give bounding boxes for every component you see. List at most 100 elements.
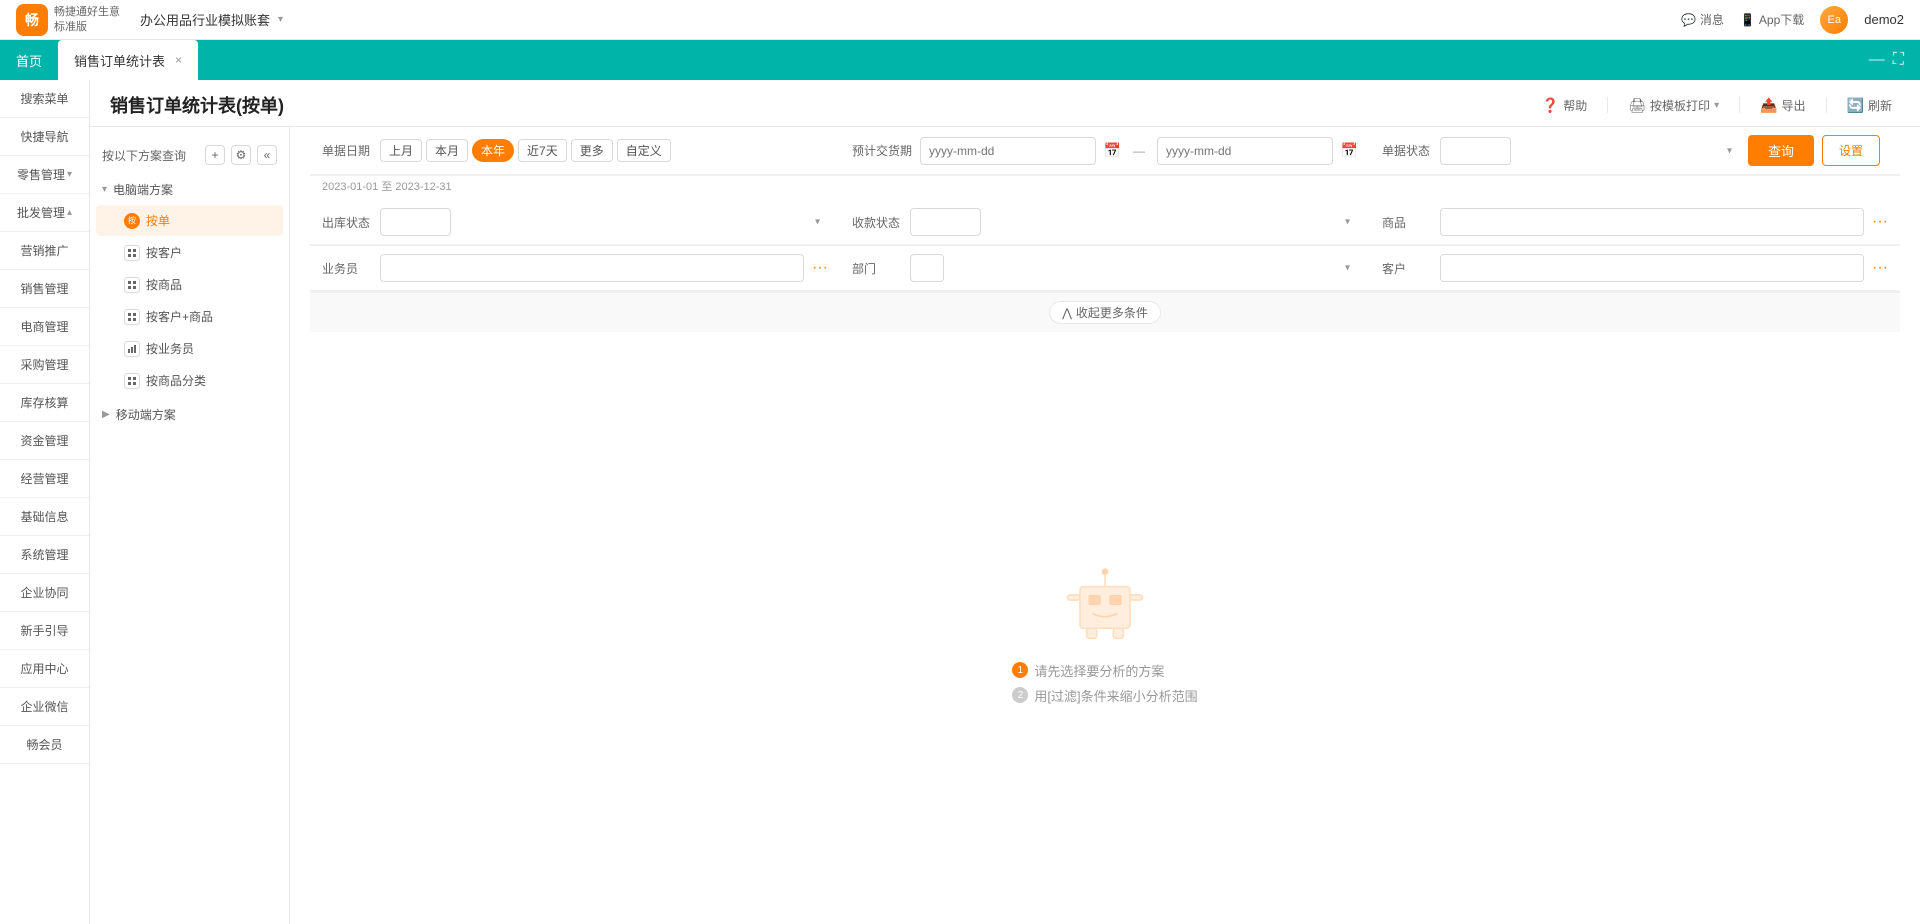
settings-scheme-button[interactable]: ⚙ — [231, 145, 251, 165]
collapse-bar: ⋀ 收起更多条件 — [310, 292, 1900, 332]
sidebar-item-sales[interactable]: 销售管理 — [0, 270, 89, 308]
close-tab-icon[interactable]: × — [175, 53, 182, 67]
salesperson-input[interactable] — [380, 254, 804, 282]
payment-status-select[interactable]: 已收款 未收款 — [910, 208, 981, 236]
tip-num-1: 1 — [1012, 662, 1028, 678]
panel-header-label: 按以下方案查询 — [102, 147, 186, 164]
sidebar-item-system[interactable]: 系统管理 — [0, 536, 89, 574]
top-bar-right: 💬 消息 📱 App下载 Ea demo2 — [1681, 6, 1904, 34]
calendar-end-icon[interactable]: 📅 — [1341, 142, 1358, 159]
workspace-name[interactable]: 办公用品行业模拟账套 — [140, 10, 270, 29]
template-print-button[interactable]: 🖨 按模板打印 ▾ — [1620, 93, 1727, 118]
calendar-start-icon[interactable]: 📅 — [1104, 142, 1121, 159]
scheme-item-by-order[interactable]: 按 按单 — [96, 205, 283, 236]
empty-illustration — [1055, 545, 1155, 645]
tab-sales-order-stats[interactable]: 销售订单统计表 × — [58, 40, 198, 80]
filter-col-date: 单据日期 上月 本月 本年 近7天 更多 自定义 — [310, 127, 840, 175]
main-content: 销售订单统计表(按单) ❓ 帮助 🖨 按模板打印 ▾ 📤 导出 — [90, 80, 1920, 924]
collapse-icon: ⋀ — [1062, 306, 1072, 320]
expected-date-end-input[interactable] — [1157, 137, 1333, 165]
username-label[interactable]: demo2 — [1864, 12, 1904, 27]
filter-col-customer: 客户 ··· — [1370, 246, 1900, 291]
scheme-group-desktop-header[interactable]: ▾ 电脑端方案 — [90, 175, 289, 204]
workspace-dropdown-icon[interactable]: ▾ — [278, 14, 283, 25]
filter-col-salesperson: 业务员 ··· — [310, 246, 840, 291]
avatar[interactable]: Ea — [1820, 6, 1848, 34]
divider1 — [1607, 97, 1608, 113]
sidebar-item-quick-nav[interactable]: 快捷导航 — [0, 118, 89, 156]
scheme-item-by-customer-goods[interactable]: 按客户+商品 — [96, 301, 283, 332]
refresh-icon: 🔄 — [1847, 97, 1864, 114]
search-button[interactable]: 查询 — [1748, 135, 1814, 166]
sidebar-item-app-center[interactable]: 应用中心 — [0, 650, 89, 688]
top-bar-left: 畅 畅捷通好生意 标准版 — [16, 4, 120, 36]
divider2 — [1739, 97, 1740, 113]
collapse-button[interactable]: ⋀ 收起更多条件 — [1049, 301, 1161, 324]
collapse-panel-button[interactable]: « — [257, 145, 277, 165]
sidebar-item-wholesale[interactable]: 批发管理 ▴ — [0, 194, 89, 232]
date-btn-this-year[interactable]: 本年 — [472, 139, 514, 162]
filter-col-expected-date: 预计交货期 📅 — 📅 — [840, 127, 1370, 175]
date-btn-7days[interactable]: 近7天 — [518, 139, 567, 162]
sidebar-item-wechat[interactable]: 企业微信 — [0, 688, 89, 726]
scheme-item-by-goods[interactable]: 按商品 — [96, 269, 283, 300]
message-button[interactable]: 💬 消息 — [1681, 11, 1724, 28]
sidebar-item-finance[interactable]: 资金管理 — [0, 422, 89, 460]
sidebar-item-retail[interactable]: 零售管理 ▾ — [0, 156, 89, 194]
add-scheme-button[interactable]: + — [205, 145, 225, 165]
expected-date-start-input[interactable] — [920, 137, 1096, 165]
scheme-group-mobile: ▶ 移动端方案 — [90, 400, 289, 429]
sidebar-item-ecommerce[interactable]: 电商管理 — [0, 308, 89, 346]
export-icon: 📤 — [1760, 97, 1777, 114]
print-icon: 🖨 — [1628, 97, 1646, 114]
date-label: 单据日期 — [322, 142, 372, 159]
sidebar-item-member[interactable]: 畅会员 — [0, 726, 89, 764]
nav-right-actions: — ⛶ — [1853, 51, 1920, 69]
sidebar-item-operations[interactable]: 经营管理 — [0, 460, 89, 498]
app-download-button[interactable]: 📱 App下载 — [1740, 11, 1804, 28]
out-status-label: 出库状态 — [322, 214, 372, 231]
salesperson-more-icon[interactable]: ··· — [812, 259, 828, 277]
sidebar-item-search-menu[interactable]: 搜索菜单 — [0, 80, 89, 118]
workspace-area: 办公用品行业模拟账套 ▾ — [120, 10, 1681, 29]
customer-input[interactable] — [1440, 254, 1864, 282]
help-icon: ❓ — [1542, 97, 1559, 114]
date-btn-custom[interactable]: 自定义 — [617, 139, 671, 162]
scheme-group-mobile-header[interactable]: ▶ 移动端方案 — [90, 400, 289, 429]
sidebar-item-inventory[interactable]: 库存核算 — [0, 384, 89, 422]
scheme-item-by-category[interactable]: 按商品分类 — [96, 365, 283, 396]
tip-num-2: 2 — [1012, 687, 1028, 703]
out-status-select[interactable]: 已出库 未出库 — [380, 208, 451, 236]
page-actions: ❓ 帮助 🖨 按模板打印 ▾ 📤 导出 🔄 刷新 — [1534, 93, 1900, 118]
scheme-group-desktop: ▾ 电脑端方案 按 按单 按客户 — [90, 175, 289, 396]
date-btn-last-month[interactable]: 上月 — [380, 139, 422, 162]
sidebar-item-marketing[interactable]: 营销推广 — [0, 232, 89, 270]
help-button[interactable]: ❓ 帮助 — [1534, 93, 1595, 118]
filter-col-goods: 商品 ··· — [1370, 200, 1900, 245]
scheme-item-by-customer[interactable]: 按客户 — [96, 237, 283, 268]
settings-button[interactable]: 设置 — [1822, 135, 1880, 166]
refresh-button[interactable]: 🔄 刷新 — [1839, 93, 1900, 118]
status-select-wrapper: 待审核 已审核 — [1440, 137, 1740, 165]
tab-home[interactable]: 首页 — [0, 40, 58, 80]
scheme-item-by-salesperson[interactable]: 按业务员 — [96, 333, 283, 364]
sidebar-item-procurement[interactable]: 采购管理 — [0, 346, 89, 384]
left-panel: 按以下方案查询 + ⚙ « ▾ 电脑端方案 按 — [90, 127, 290, 924]
sidebar-item-basic-info[interactable]: 基础信息 — [0, 498, 89, 536]
goods-label: 商品 — [1382, 214, 1432, 231]
status-select[interactable]: 待审核 已审核 — [1440, 137, 1511, 165]
date-btn-this-month[interactable]: 本月 — [426, 139, 468, 162]
customer-more-icon[interactable]: ··· — [1872, 259, 1888, 277]
sidebar-item-newbie[interactable]: 新手引导 — [0, 612, 89, 650]
date-btn-more[interactable]: 更多 — [571, 139, 613, 162]
filter-col-department: 部门 — [840, 246, 1370, 291]
fullscreen-icon[interactable]: ⛶ — [1893, 51, 1904, 69]
wholesale-arrow-icon: ▴ — [67, 207, 72, 218]
department-select[interactable] — [910, 254, 944, 282]
goods-more-icon[interactable]: ··· — [1872, 213, 1888, 231]
minimize-icon[interactable]: — — [1869, 51, 1885, 69]
sidebar-item-enterprise[interactable]: 企业协同 — [0, 574, 89, 612]
export-button[interactable]: 📤 导出 — [1752, 93, 1813, 118]
goods-input[interactable] — [1440, 208, 1864, 236]
divider3 — [1826, 97, 1827, 113]
